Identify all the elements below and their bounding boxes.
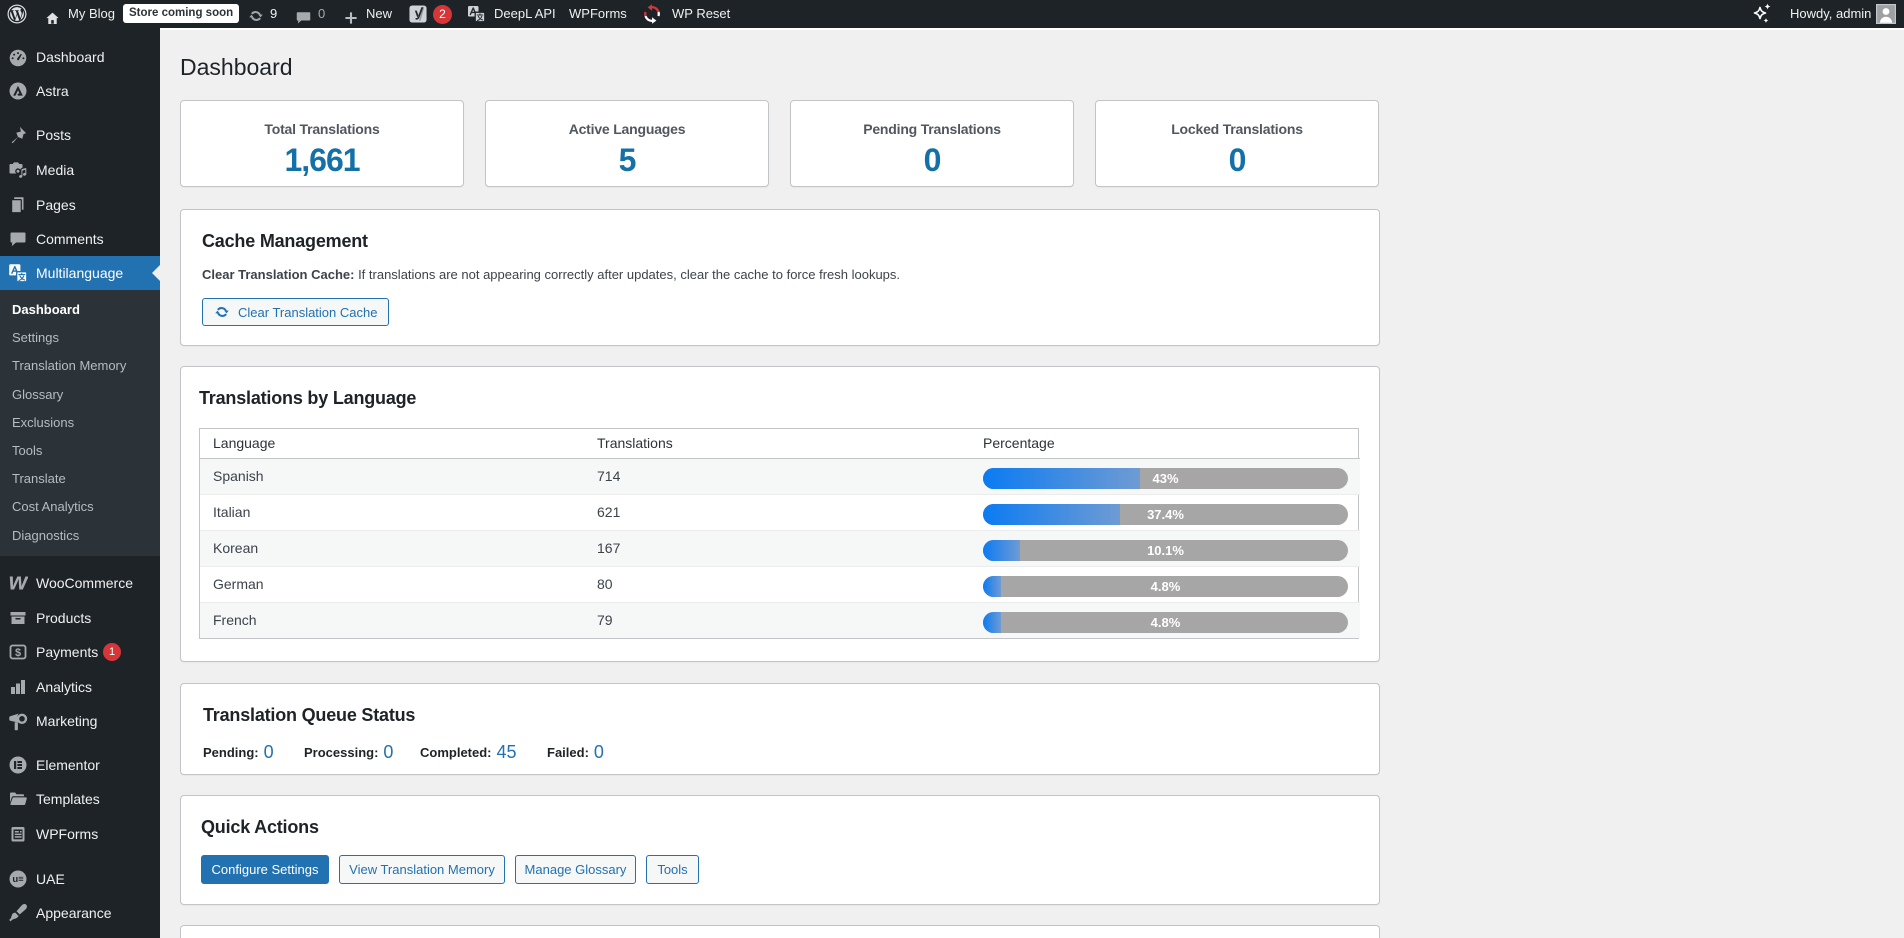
svg-text:u≡: u≡ (12, 874, 24, 885)
svg-text:w: w (9, 573, 28, 593)
svg-text:$: $ (15, 647, 21, 659)
